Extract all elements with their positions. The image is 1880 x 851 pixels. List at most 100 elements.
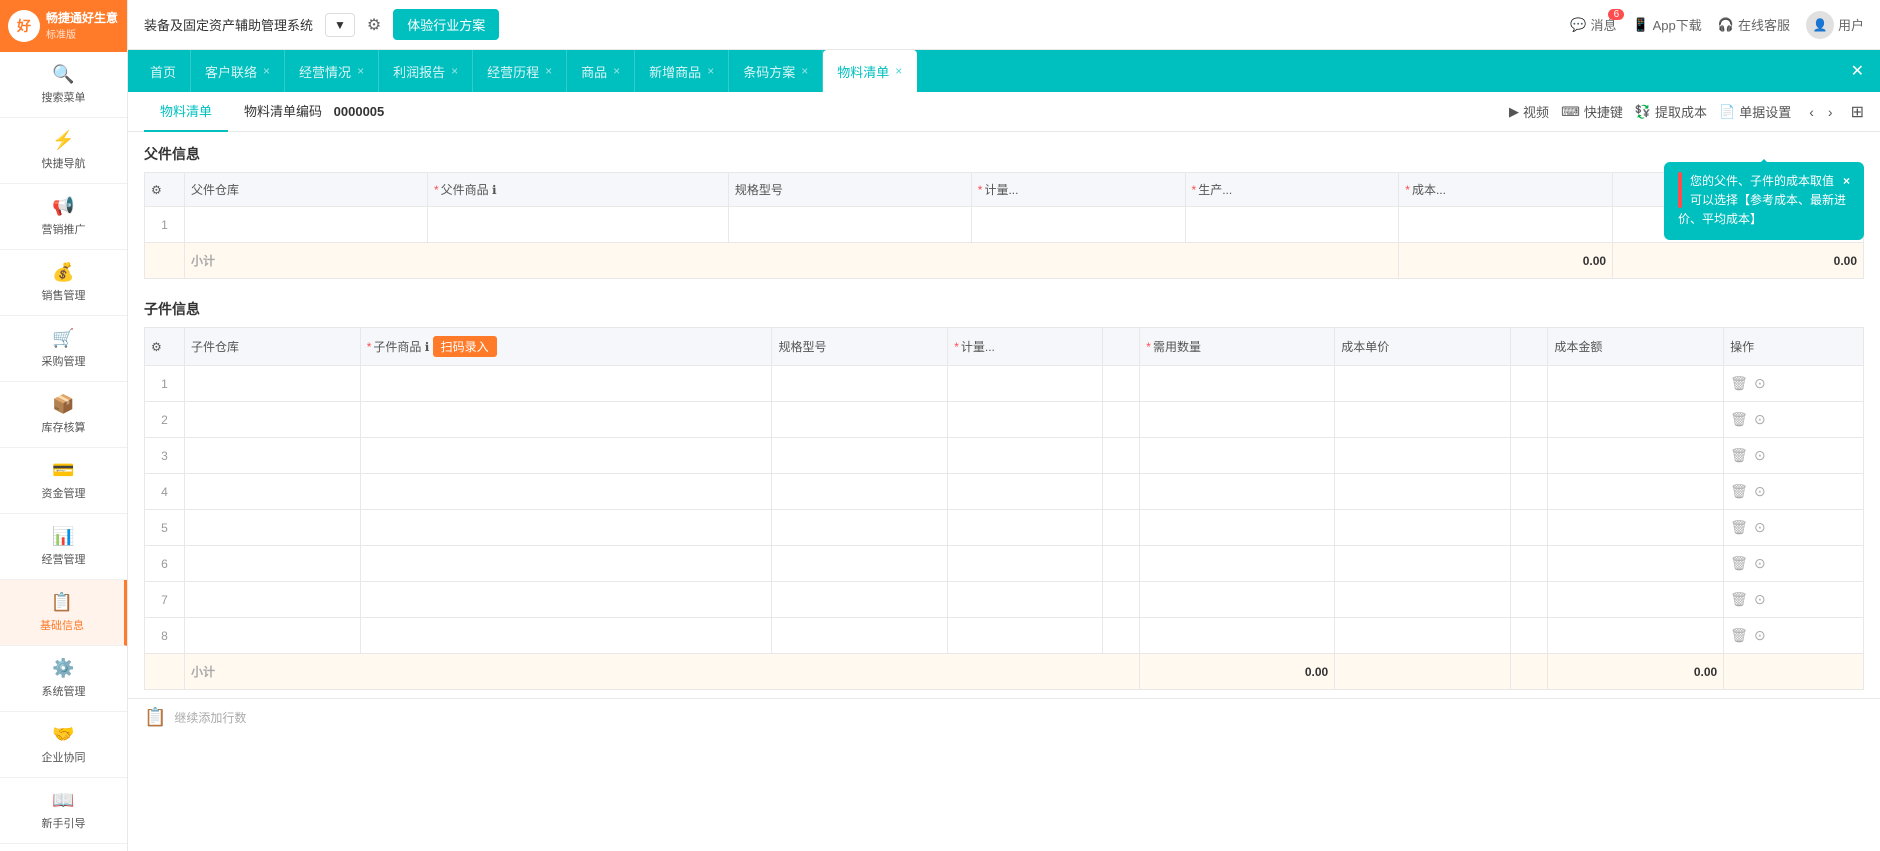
grid-view-icon[interactable]: ⊞: [1851, 102, 1864, 122]
parent-spec-cell[interactable]: [728, 207, 971, 243]
cost-btn[interactable]: 💱 提取成本: [1635, 102, 1707, 121]
child-spec-cell[interactable]: [772, 618, 948, 654]
child-unit-cost-cell[interactable]: [1335, 582, 1511, 618]
tab-barcode[interactable]: 条码方案×: [729, 50, 823, 92]
add-row-label[interactable]: 继续添加行数: [174, 709, 246, 726]
child-req-qty-cell[interactable]: [1140, 546, 1335, 582]
child-unit-cost-cell[interactable]: [1335, 510, 1511, 546]
sidebar-item-purchase[interactable]: 🛒采购管理: [0, 316, 127, 382]
app-download-action[interactable]: 📱 App下载: [1632, 15, 1701, 34]
settings-btn[interactable]: 📄 单据设置: [1719, 102, 1791, 121]
child-req-qty-cell[interactable]: [1140, 618, 1335, 654]
copy-icon[interactable]: ⊙: [1754, 519, 1766, 536]
scan-btn[interactable]: 扫码录入: [433, 336, 497, 357]
copy-icon[interactable]: ⊙: [1754, 555, 1766, 572]
sidebar-item-marketing[interactable]: 📢营销推广: [0, 184, 127, 250]
tab-home[interactable]: 首页: [136, 50, 191, 92]
child-unit-cost-cell[interactable]: [1335, 402, 1511, 438]
tab-profit[interactable]: 利润报告×: [379, 50, 473, 92]
shortcut-btn[interactable]: ⌨ 快捷键: [1561, 102, 1623, 121]
tab-bom[interactable]: 物料清单×: [823, 50, 917, 92]
tab-barcode-close[interactable]: ×: [801, 64, 808, 78]
tab-history[interactable]: 经营历程×: [473, 50, 567, 92]
message-action[interactable]: 💬 消息 6: [1570, 15, 1616, 34]
system-dropdown[interactable]: ▼: [325, 13, 355, 37]
child-spec-cell[interactable]: [772, 402, 948, 438]
delete-icon[interactable]: 🗑: [1730, 591, 1748, 608]
child-unit-cost-cell[interactable]: [1335, 618, 1511, 654]
child-warehouse-cell[interactable]: [185, 618, 361, 654]
delete-icon[interactable]: 🗑: [1730, 627, 1748, 644]
parent-warehouse-cell[interactable]: [185, 207, 428, 243]
sub-tab-bom-list[interactable]: 物料清单: [144, 92, 228, 132]
tab-goods-close[interactable]: ×: [613, 64, 620, 78]
tab-operation[interactable]: 经营情况×: [285, 50, 379, 92]
tab-customer-close[interactable]: ×: [263, 64, 270, 78]
copy-icon[interactable]: ⊙: [1754, 447, 1766, 464]
child-qty-unit-cell[interactable]: [948, 474, 1103, 510]
child-unit-cost-cell[interactable]: [1335, 474, 1511, 510]
video-btn[interactable]: ▶ 视频: [1509, 102, 1549, 121]
child-goods-cell[interactable]: [360, 474, 772, 510]
delete-icon[interactable]: 🗑: [1730, 375, 1748, 392]
child-req-qty-cell[interactable]: [1140, 474, 1335, 510]
child-spec-cell[interactable]: [772, 582, 948, 618]
copy-icon[interactable]: ⊙: [1754, 591, 1766, 608]
parent-goods-cell[interactable]: [427, 207, 728, 243]
child-spec-cell[interactable]: [772, 474, 948, 510]
child-warehouse-cell[interactable]: [185, 510, 361, 546]
child-warehouse-cell[interactable]: [185, 438, 361, 474]
child-warehouse-cell[interactable]: [185, 402, 361, 438]
child-goods-cell[interactable]: [360, 402, 772, 438]
child-goods-cell[interactable]: [360, 618, 772, 654]
child-qty-unit-cell[interactable]: [948, 438, 1103, 474]
sidebar-item-system[interactable]: ⚙️系统管理: [0, 646, 127, 712]
trial-button[interactable]: 体验行业方案: [393, 9, 499, 40]
delete-icon[interactable]: 🗑: [1730, 411, 1748, 428]
tab-bom-close[interactable]: ×: [895, 64, 902, 78]
sidebar-item-operation_mgr[interactable]: 📊经营管理: [0, 514, 127, 580]
child-spec-cell[interactable]: [772, 546, 948, 582]
child-qty-unit-cell[interactable]: [948, 582, 1103, 618]
delete-icon[interactable]: 🗑: [1730, 519, 1748, 536]
child-req-qty-cell[interactable]: [1140, 582, 1335, 618]
sidebar-item-quick_nav[interactable]: ⚡快捷导航: [0, 118, 127, 184]
sidebar-item-sales[interactable]: 💰销售管理: [0, 250, 127, 316]
child-unit-cost-cell[interactable]: [1335, 366, 1511, 402]
child-spec-cell[interactable]: [772, 366, 948, 402]
child-req-qty-cell[interactable]: [1140, 366, 1335, 402]
child-warehouse-cell[interactable]: [185, 366, 361, 402]
delete-icon[interactable]: 🗑: [1730, 483, 1748, 500]
child-warehouse-cell[interactable]: [185, 582, 361, 618]
parent-cost-cell[interactable]: [1399, 207, 1613, 243]
sidebar-item-enterprise[interactable]: 🤝企业协同: [0, 712, 127, 778]
child-qty-unit-cell[interactable]: [948, 546, 1103, 582]
parent-production-cell[interactable]: [1185, 207, 1399, 243]
add-row-icon[interactable]: 📋: [144, 707, 166, 728]
tooltip-close-btn[interactable]: ×: [1843, 172, 1850, 191]
tab-bar-close[interactable]: ✕: [1843, 61, 1872, 81]
copy-icon[interactable]: ⊙: [1754, 375, 1766, 392]
gear-icon[interactable]: ⚙: [367, 15, 381, 35]
child-req-qty-cell[interactable]: [1140, 510, 1335, 546]
child-qty-unit-cell[interactable]: [948, 402, 1103, 438]
tab-new_goods-close[interactable]: ×: [707, 64, 714, 78]
child-spec-cell[interactable]: [772, 438, 948, 474]
copy-icon[interactable]: ⊙: [1754, 627, 1766, 644]
child-goods-cell[interactable]: [360, 582, 772, 618]
child-goods-cell[interactable]: [360, 438, 772, 474]
tab-goods[interactable]: 商品×: [567, 50, 635, 92]
tab-new_goods[interactable]: 新增商品×: [635, 50, 729, 92]
child-unit-cost-cell[interactable]: [1335, 438, 1511, 474]
parent-qty-cell[interactable]: [971, 207, 1185, 243]
child-qty-unit-cell[interactable]: [948, 618, 1103, 654]
sub-tab-bom-code[interactable]: 物料清单编码 0000005: [228, 92, 400, 132]
child-warehouse-cell[interactable]: [185, 546, 361, 582]
prev-btn[interactable]: ‹: [1803, 102, 1820, 122]
sidebar-item-inventory[interactable]: 📦库存核算: [0, 382, 127, 448]
child-spec-cell[interactable]: [772, 510, 948, 546]
tab-history-close[interactable]: ×: [545, 64, 552, 78]
child-warehouse-cell[interactable]: [185, 474, 361, 510]
child-goods-cell[interactable]: [360, 546, 772, 582]
user-action[interactable]: 👤 用户: [1806, 11, 1864, 39]
